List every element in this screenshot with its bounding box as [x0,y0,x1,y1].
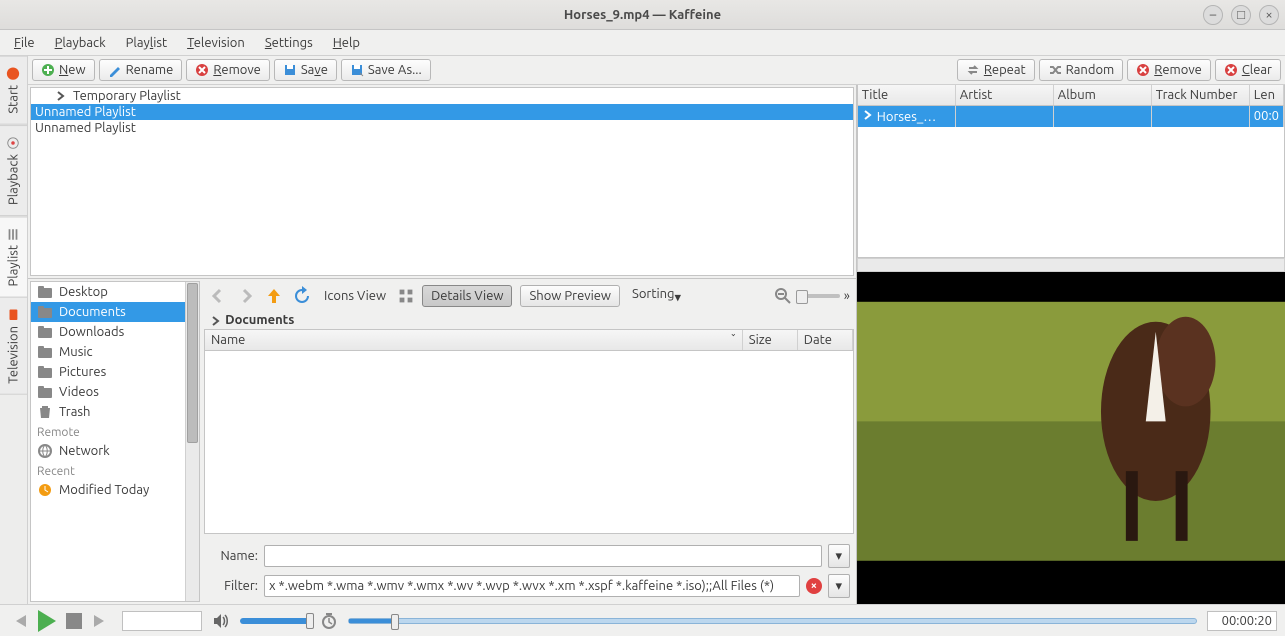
icons-view-icon[interactable] [398,288,414,304]
zoom-slider[interactable] [796,294,840,298]
seek-slider[interactable] [348,618,1197,624]
col-length[interactable]: Len [1250,85,1284,105]
col-size[interactable]: Size [743,330,798,350]
remove-button[interactable]: Remove [186,59,270,81]
clear-filter-icon[interactable]: × [806,578,822,594]
col-name[interactable]: Name ˇ [205,330,743,350]
places-panel[interactable]: DesktopDocumentsDownloadsMusicPicturesVi… [30,281,200,602]
position-box[interactable] [122,611,202,631]
filter-label: Filter: [208,579,258,593]
name-label: Name: [208,549,258,563]
place-network[interactable]: Network [31,441,199,461]
up-icon[interactable] [264,286,284,306]
stop-button[interactable] [66,613,82,629]
vtab-television[interactable]: Television [0,297,27,395]
details-view-button[interactable]: Details View [422,285,512,307]
repeat-button[interactable]: Repeat [957,59,1035,81]
vtab-playlist[interactable]: Playlist [0,216,27,297]
close-button[interactable]: × [1259,5,1279,25]
place-music[interactable]: Music [31,342,199,362]
back-icon[interactable] [208,286,228,306]
overflow-icon[interactable]: » [844,289,850,303]
vtab-playback[interactable]: Playback [0,125,27,216]
menu-help[interactable]: Help [323,33,370,53]
name-dropdown[interactable]: ▾ [828,544,850,568]
browser-toolbar: Icons View Details View Show Preview Sor… [204,281,854,311]
video-preview[interactable] [857,272,1285,604]
forward-icon[interactable] [236,286,256,306]
save-as--button[interactable]: Save As... [341,59,431,81]
playlist-row[interactable]: Temporary Playlist [31,88,853,104]
next-track-icon[interactable] [92,611,112,631]
playback-bar: 00:00:20 [0,604,1285,636]
place-videos[interactable]: Videos [31,382,199,402]
place-modified-today[interactable]: Modified Today [31,480,199,500]
file-list[interactable]: Name ˇ Size Date [204,329,854,534]
volume-slider[interactable] [240,618,310,624]
filter-dropdown[interactable]: ▾ [828,574,850,598]
rename-button[interactable]: Rename [99,59,183,81]
playlist-toolbar: NewRenameRemoveSaveSave As... RepeatRand… [28,56,1285,85]
prev-track-icon[interactable] [8,611,28,631]
filter-input[interactable] [264,575,800,597]
place-pictures[interactable]: Pictures [31,362,199,382]
place-downloads[interactable]: Downloads [31,322,199,342]
titlebar: Horses_9.mp4 — Kaffeine – □ × [0,0,1285,30]
menu-playback[interactable]: Playback [45,33,116,53]
window-title: Horses_9.mp4 — Kaffeine [564,8,721,22]
random-button[interactable]: Random [1039,59,1124,81]
new-button[interactable]: New [32,59,95,81]
breadcrumb[interactable]: Documents [204,311,854,329]
name-input[interactable] [264,545,822,567]
zoom-out-icon[interactable] [774,287,792,305]
minimize-button[interactable]: – [1203,5,1223,25]
col-album[interactable]: Album [1054,85,1152,105]
sorting-label[interactable]: Sorting▾ [628,287,685,306]
place-recent: Recent [31,461,199,480]
vtab-start[interactable]: Start [0,56,27,125]
track-hscroll[interactable] [857,258,1285,272]
col-artist[interactable]: Artist [956,85,1054,105]
menu-file[interactable]: File [4,33,45,53]
col-trackno[interactable]: Track Number [1152,85,1250,105]
playlist-row[interactable]: Unnamed Playlist [31,104,853,120]
col-title[interactable]: Title [858,85,956,105]
time-display: 00:00:20 [1207,611,1277,631]
track-header: Title Artist Album Track Number Len [857,85,1285,106]
menubar: File Playback Playlist Television Settin… [0,30,1285,56]
track-list[interactable]: Horses_… 00:0 [857,106,1285,258]
menu-playlist[interactable]: Playlist [116,33,177,53]
timer-icon[interactable] [320,612,338,630]
track-row[interactable]: Horses_… 00:0 [858,106,1284,127]
place-trash[interactable]: Trash [31,402,199,422]
clear-button[interactable]: Clear [1215,59,1281,81]
playlist-tree[interactable]: Temporary PlaylistUnnamed PlaylistUnname… [30,87,854,276]
menu-television[interactable]: Television [177,33,255,53]
playlist-row[interactable]: Unnamed Playlist [31,120,853,136]
side-tabs: Start Playback Playlist Television [0,56,28,604]
reload-icon[interactable] [292,286,312,306]
place-remote: Remote [31,422,199,441]
icons-view-label[interactable]: Icons View [320,289,390,303]
play-button[interactable] [38,610,56,632]
col-date[interactable]: Date [798,330,853,350]
menu-settings[interactable]: Settings [255,33,323,53]
save-button[interactable]: Save [274,59,337,81]
place-documents[interactable]: Documents [31,302,199,322]
place-desktop[interactable]: Desktop [31,282,199,302]
maximize-button[interactable]: □ [1231,5,1251,25]
remove-button[interactable]: Remove [1127,59,1211,81]
show-preview-button[interactable]: Show Preview [520,285,620,307]
volume-icon[interactable] [212,612,230,630]
